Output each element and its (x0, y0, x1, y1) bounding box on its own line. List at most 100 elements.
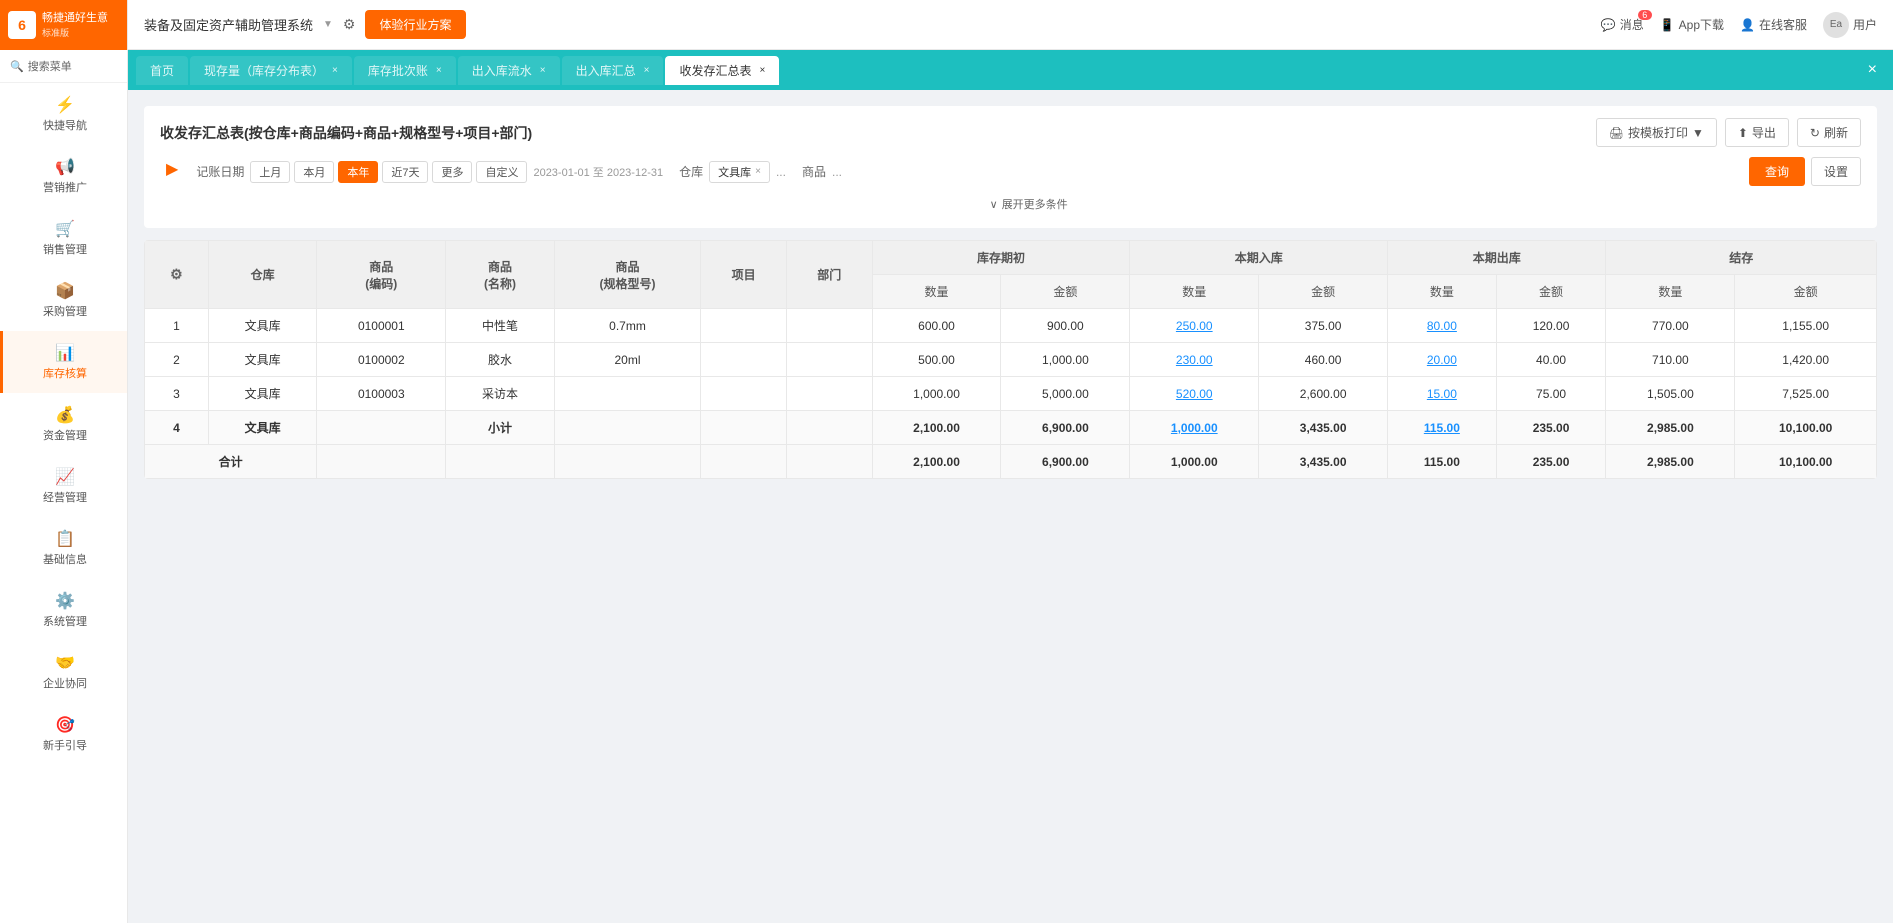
sidebar-item-label: 资金管理 (43, 427, 87, 443)
warehouse-tag[interactable]: 文具库 × (709, 161, 770, 183)
tab-receive-close[interactable]: × (759, 65, 765, 76)
sidebar-item-sales[interactable]: 🛒 销售管理 (0, 207, 127, 269)
tab-home-label: 首页 (150, 62, 174, 79)
date-btn-last-month[interactable]: 上月 (250, 161, 290, 183)
tab-batch-account[interactable]: 库存批次账 × (354, 56, 456, 85)
settings-button[interactable]: 设置 (1811, 157, 1861, 186)
table-row-subtotal: 4 文具库 小计 2,100.00 6,900.00 1,000.00 3,43… (145, 411, 1877, 445)
query-actions: 查询 设置 (1749, 157, 1861, 186)
cell-name: 采访本 (446, 377, 555, 411)
sidebar-item-inventory[interactable]: 📊 库存核算 (0, 331, 127, 393)
search-label: 搜索菜单 (28, 58, 72, 74)
tab-stock-close[interactable]: × (332, 65, 338, 76)
out-qty-link[interactable]: 115.00 (1424, 421, 1460, 435)
sidebar-item-enterprise[interactable]: 🤝 企业协同 (0, 641, 127, 703)
expand-chevron-icon: ∨ (990, 198, 998, 211)
cell-in-amt: 3,435.00 (1259, 411, 1388, 445)
sidebar-item-operations[interactable]: 📈 经营管理 (0, 455, 127, 517)
tab-stock-distribution[interactable]: 现存量（库存分布表） × (190, 56, 352, 85)
sidebar-item-system[interactable]: ⚙️ 系统管理 (0, 579, 127, 641)
cell-open-qty: 600.00 (872, 309, 1001, 343)
tabs-close-all[interactable]: × (1860, 61, 1885, 79)
sidebar-item-purchase[interactable]: 📦 采购管理 (0, 269, 127, 331)
data-table: ⚙ 仓库 商品(编码) 商品(名称) 商品(规格型号) 项目 部门 库存期初 本… (144, 240, 1877, 479)
sidebar-item-quick-nav[interactable]: ⚡ 快捷导航 (0, 83, 127, 145)
enterprise-icon: 🤝 (55, 653, 75, 673)
cell-project (701, 377, 787, 411)
date-btn-7days[interactable]: 近7天 (382, 161, 428, 183)
app-download-item[interactable]: 📱 App下载 (1660, 16, 1724, 33)
tab-in-out-flow[interactable]: 出入库流水 × (458, 56, 560, 85)
date-btn-this-year[interactable]: 本年 (338, 161, 378, 183)
sidebar-item-basic[interactable]: 📋 基础信息 (0, 517, 127, 579)
sidebar-item-newbie[interactable]: 🎯 新手引导 (0, 703, 127, 765)
sidebar-item-label: 基础信息 (43, 551, 87, 567)
footer-out-qty: 115.00 (1388, 445, 1497, 479)
footer-label: 合计 (145, 445, 317, 479)
online-service-label: 在线客服 (1759, 16, 1807, 33)
tab-in-out-summary[interactable]: 出入库汇总 × (562, 56, 664, 85)
date-btn-custom[interactable]: 自定义 (476, 161, 527, 183)
in-qty-link[interactable]: 520.00 (1176, 387, 1213, 401)
cell-out-qty: 15.00 (1388, 377, 1497, 411)
warehouse-tag-close[interactable]: × (755, 166, 761, 177)
cell-close-amt: 1,420.00 (1735, 343, 1877, 377)
in-qty-link[interactable]: 250.00 (1176, 319, 1213, 333)
marketing-icon: 📢 (55, 157, 75, 177)
basic-icon: 📋 (55, 529, 75, 549)
tab-receive-send[interactable]: 收发存汇总表 × (665, 56, 779, 85)
filter-expand-arrow[interactable]: ▶ (160, 157, 184, 181)
warehouse-more[interactable]: ... (776, 165, 786, 179)
out-qty-link[interactable]: 15.00 (1427, 387, 1457, 401)
th-out-amt: 金额 (1496, 275, 1606, 309)
th-closing-amt: 金额 (1735, 275, 1877, 309)
cell-open-amt: 5,000.00 (1001, 377, 1130, 411)
export-button[interactable]: ⬆ 导出 (1725, 118, 1789, 147)
tab-home[interactable]: 首页 (136, 56, 188, 85)
tab-batch-close[interactable]: × (436, 65, 442, 76)
experience-btn[interactable]: 体验行业方案 (365, 10, 465, 39)
query-button[interactable]: 查询 (1749, 157, 1805, 186)
expand-more-btn[interactable]: ∨ 展开更多条件 (980, 192, 1078, 216)
export-icon: ⬆ (1738, 126, 1748, 140)
cell-warehouse: 文具库 (208, 377, 317, 411)
out-qty-link[interactable]: 80.00 (1427, 319, 1457, 333)
date-btn-more[interactable]: 更多 (432, 161, 472, 183)
th-in-group: 本期入库 (1130, 241, 1388, 275)
cell-code: 0100002 (317, 343, 446, 377)
sidebar-item-marketing[interactable]: 📢 营销推广 (0, 145, 127, 207)
gear-settings-icon[interactable]: ⚙ (343, 16, 356, 33)
date-btn-this-month[interactable]: 本月 (294, 161, 334, 183)
system-dropdown[interactable]: ▼ (323, 19, 333, 30)
goods-more[interactable]: ... (832, 165, 842, 179)
out-qty-link[interactable]: 20.00 (1427, 353, 1457, 367)
online-service-item[interactable]: 👤 在线客服 (1740, 16, 1807, 33)
print-button[interactable]: 🖨 按模板打印 ▼ (1596, 118, 1717, 147)
sales-icon: 🛒 (55, 219, 75, 239)
sidebar: 6 畅捷通好生意 标准版 🔍 搜索菜单 ⚡ 快捷导航 📢 营销推广 🛒 销售管理 (0, 0, 128, 923)
in-qty-link[interactable]: 230.00 (1176, 353, 1213, 367)
sidebar-item-label: 营销推广 (43, 179, 87, 195)
cell-in-qty: 520.00 (1130, 377, 1259, 411)
expand-more-row: ∨ 展开更多条件 (196, 192, 1861, 216)
footer-out-amt: 235.00 (1496, 445, 1606, 479)
tab-summary-close[interactable]: × (644, 65, 650, 76)
cell-dept (786, 309, 872, 343)
cell-out-qty: 20.00 (1388, 343, 1497, 377)
cell-close-amt: 1,155.00 (1735, 309, 1877, 343)
tab-flow-close[interactable]: × (540, 65, 546, 76)
in-qty-link[interactable]: 1,000.00 (1171, 421, 1218, 435)
sidebar-item-finance[interactable]: 💰 资金管理 (0, 393, 127, 455)
message-badge: 6 (1638, 10, 1652, 20)
search-menu[interactable]: 🔍 搜索菜单 (0, 50, 127, 83)
footer-empty3 (554, 445, 701, 479)
message-item[interactable]: 💬 消息 6 (1601, 16, 1644, 33)
table-settings-icon[interactable]: ⚙ (170, 266, 183, 282)
user-item[interactable]: Ea 用户 (1823, 12, 1877, 38)
filter-row1: 记账日期 上月 本月 本年 近7天 更多 自定义 2023-01-01 至 20… (196, 157, 1861, 186)
th-name: 商品(名称) (446, 241, 555, 309)
refresh-button[interactable]: ↻ 刷新 (1797, 118, 1861, 147)
goods-filter: 商品 ... (802, 163, 842, 180)
footer-open-amt: 6,900.00 (1001, 445, 1130, 479)
cell-dept (786, 411, 872, 445)
